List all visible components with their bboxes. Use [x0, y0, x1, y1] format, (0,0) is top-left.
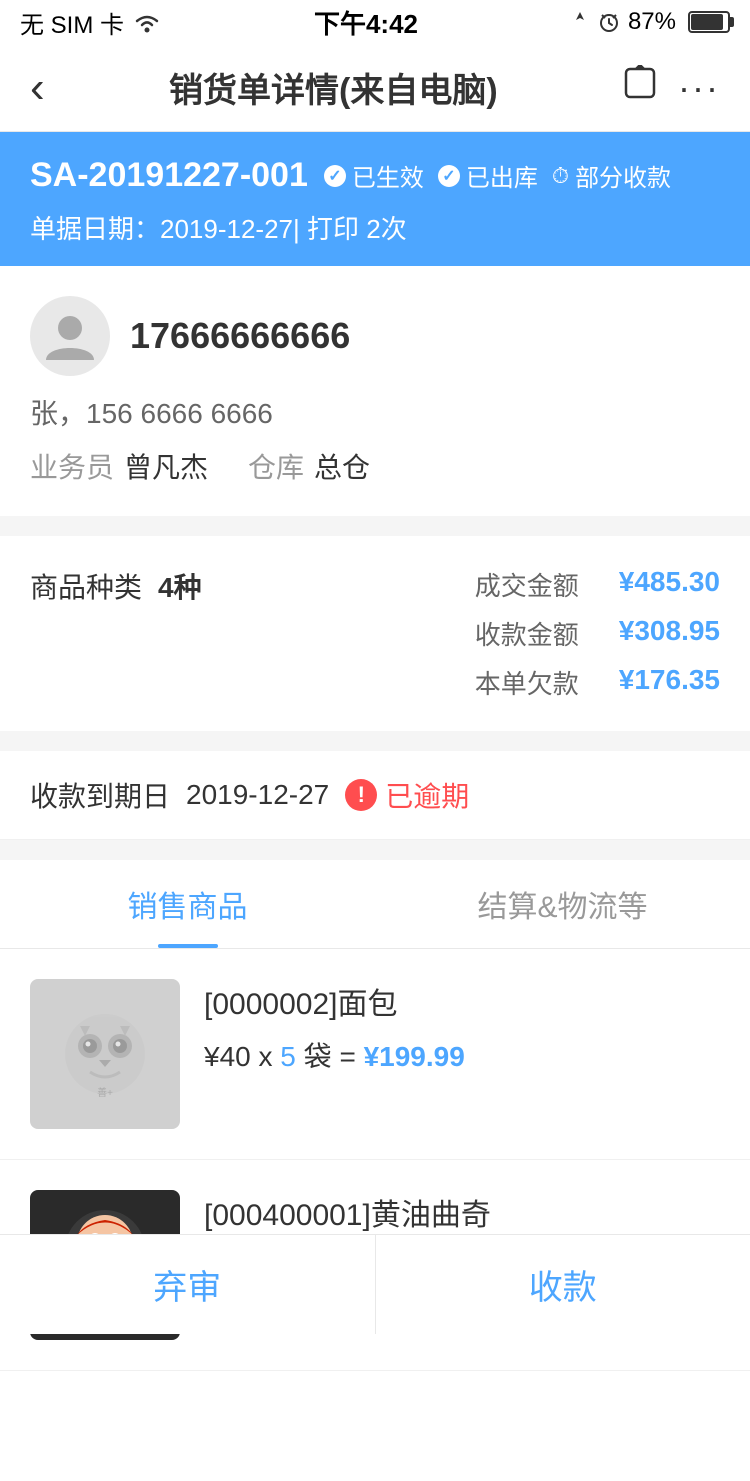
- product-types-value: 4种: [158, 566, 202, 606]
- customer-avatar: [30, 296, 110, 376]
- product-unit-0: 袋: [304, 1041, 332, 1072]
- stats-right: 成交金额 ¥485.30 收款金额 ¥308.95 本单欠款 ¥176.35: [475, 566, 720, 701]
- customer-mobile: 156 6666 6666: [86, 398, 273, 429]
- svg-text:善+: 善+: [97, 1086, 113, 1099]
- due-label: 收款到期日: [30, 775, 170, 815]
- nav-actions: ···: [622, 65, 720, 110]
- tab-sales-products[interactable]: 销售商品: [0, 860, 375, 948]
- overdue-icon: !: [345, 779, 377, 811]
- tab-settlement-label: 结算&物流等: [477, 882, 647, 926]
- status-tags: ✓ 已生效 ✓ 已出库 ⏱ 部分收款: [324, 158, 671, 193]
- share-icon[interactable]: [622, 65, 658, 110]
- order-id: SA-20191227-001: [30, 156, 308, 195]
- transaction-label: 成交金额: [475, 566, 579, 603]
- products-section: 善+ [0000002]面包 ¥40 x 5 袋 = ¥199.99: [0, 949, 750, 1481]
- transaction-row: 成交金额 ¥485.30: [475, 566, 720, 603]
- due-date-value: 2019-12-27: [186, 779, 329, 811]
- product-price-0: ¥40 x 5 袋 = ¥199.99: [204, 1035, 720, 1075]
- order-date: 单据日期：2019-12-27| 打印 2次: [30, 209, 720, 246]
- carrier-label: 无 SIM 卡: [20, 5, 124, 40]
- received-row: 收款金额 ¥308.95: [475, 615, 720, 652]
- tabs-container: 销售商品 结算&物流等: [0, 860, 750, 949]
- clock-icon: ⏱: [552, 163, 569, 189]
- battery-icon: [688, 11, 730, 33]
- stats-section: 商品种类 4种 成交金额 ¥485.30 收款金额 ¥308.95 本单欠款 ¥…: [0, 536, 750, 731]
- print-label: | 打印: [293, 214, 359, 244]
- status-partial: ⏱ 部分收款: [552, 158, 671, 193]
- status-effected-label: 已生效: [352, 158, 424, 193]
- status-effected: ✓ 已生效: [324, 158, 424, 193]
- warehouse-meta: 仓库 总仓: [248, 446, 370, 486]
- status-bar-left: 无 SIM 卡: [20, 5, 162, 40]
- warehouse-label: 仓库: [248, 446, 304, 486]
- status-bar: 无 SIM 卡 下午4:42 87%: [0, 0, 750, 44]
- product-item-0: 善+ [0000002]面包 ¥40 x 5 袋 = ¥199.99: [0, 949, 750, 1160]
- date-value: 2019-12-27: [160, 214, 293, 244]
- customer-phone: 17666666666: [130, 315, 350, 357]
- received-label: 收款金额: [475, 615, 579, 652]
- back-button[interactable]: ‹: [30, 63, 45, 113]
- print-count: 2: [366, 214, 380, 244]
- alarm-icon: [598, 11, 620, 33]
- product-name-1: [000400001]黄油曲奇: [204, 1190, 720, 1234]
- tab-sales-products-label: 销售商品: [128, 882, 248, 926]
- bottom-bar: 弃审 收款: [0, 1234, 750, 1334]
- product-qty-0: 5: [280, 1041, 296, 1072]
- nav-bar: ‹ 销货单详情(来自电脑) ···: [0, 44, 750, 132]
- owed-label: 本单欠款: [475, 664, 579, 701]
- received-value: ¥308.95: [619, 615, 720, 652]
- customer-section: 17666666666 张，156 6666 6666 业务员 曾凡杰 仓库 总…: [0, 266, 750, 516]
- customer-meta: 业务员 曾凡杰 仓库 总仓: [30, 446, 720, 486]
- product-types-label: 商品种类: [30, 566, 142, 606]
- owed-value: ¥176.35: [619, 664, 720, 701]
- reject-label: 弃审: [153, 1260, 221, 1309]
- product-info-0: [0000002]面包 ¥40 x 5 袋 = ¥199.99: [204, 979, 720, 1075]
- product-name-0: [0000002]面包: [204, 979, 720, 1023]
- sales-meta: 业务员 曾凡杰: [30, 446, 208, 486]
- product-eq-0: =: [339, 1041, 363, 1072]
- tab-settlement[interactable]: 结算&物流等: [375, 860, 750, 948]
- tabs: 销售商品 结算&物流等: [0, 860, 750, 948]
- product-price-x-0: x: [259, 1041, 281, 1072]
- battery-label: 87%: [628, 8, 676, 36]
- customer-info: 张，156 6666 6666: [30, 392, 720, 432]
- status-partial-label: 部分收款: [575, 158, 671, 193]
- due-section: 收款到期日 2019-12-27 ! 已逾期: [0, 751, 750, 840]
- collect-label: 收款: [529, 1260, 597, 1309]
- sales-label: 业务员: [30, 446, 114, 486]
- status-bar-time: 下午4:42: [314, 4, 418, 41]
- owed-row: 本单欠款 ¥176.35: [475, 664, 720, 701]
- warehouse-name: 总仓: [314, 446, 370, 486]
- location-icon: [570, 12, 590, 32]
- transaction-value: ¥485.30: [619, 566, 720, 603]
- product-image-0: 善+: [30, 979, 180, 1129]
- status-shipped-label: 已出库: [466, 158, 538, 193]
- product-price-val-0: ¥40: [204, 1041, 251, 1072]
- check-icon-2: ✓: [438, 165, 460, 187]
- more-icon[interactable]: ···: [678, 67, 720, 109]
- sales-name: 曾凡杰: [124, 446, 208, 486]
- overdue-badge: ! 已逾期: [345, 775, 469, 815]
- status-bar-right: 87%: [570, 8, 730, 36]
- print-suffix: 次: [381, 214, 407, 244]
- wifi-icon: [132, 11, 162, 33]
- check-icon-1: ✓: [324, 165, 346, 187]
- status-shipped: ✓ 已出库: [438, 158, 538, 193]
- product-total-0: ¥199.99: [364, 1041, 465, 1072]
- customer-name-label: 张，: [30, 398, 86, 429]
- reject-button[interactable]: 弃审: [0, 1235, 376, 1334]
- collect-button[interactable]: 收款: [376, 1235, 750, 1334]
- overdue-text: 已逾期: [385, 775, 469, 815]
- date-label: 单据日期：: [30, 214, 160, 244]
- page-title: 销货单详情(来自电脑): [169, 63, 498, 112]
- order-header: SA-20191227-001 ✓ 已生效 ✓ 已出库 ⏱ 部分收款 单据日期：…: [0, 132, 750, 266]
- stats-left: 商品种类 4种: [30, 566, 202, 606]
